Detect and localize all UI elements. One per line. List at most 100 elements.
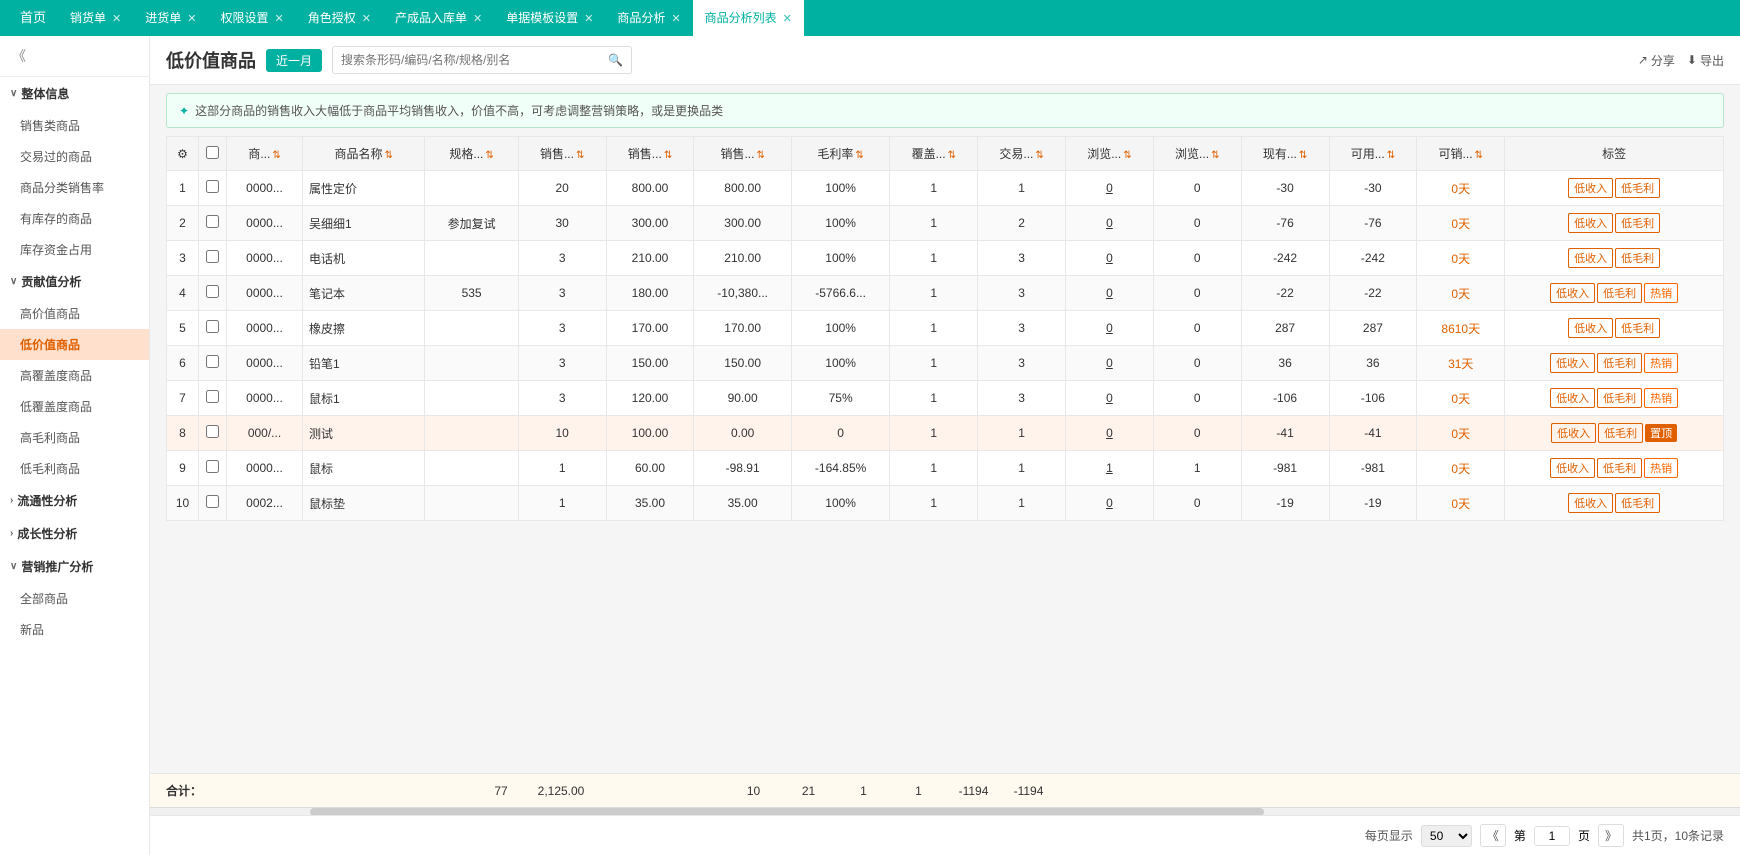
nav-permissions[interactable]: 权限设置✕ [208, 0, 295, 36]
select-all-checkbox[interactable] [206, 146, 219, 159]
close-purchase[interactable]: ✕ [187, 13, 196, 25]
close-sales-order[interactable]: ✕ [112, 13, 121, 25]
col-spec[interactable]: 规格...⇅ [425, 137, 518, 171]
row-browse1[interactable]: 0 [1066, 486, 1154, 521]
row-browse1[interactable]: 0 [1066, 381, 1154, 416]
sidebar-section-growth[interactable]: ›成长性分析 [0, 517, 149, 550]
nav-template[interactable]: 单据模板设置✕ [494, 0, 605, 36]
browse1-link[interactable]: 0 [1106, 321, 1113, 335]
nav-product-analysis[interactable]: 商品分析✕ [605, 0, 692, 36]
row-tag: 低收入 [1568, 318, 1613, 338]
nav-product-warehouse[interactable]: 产成品入库单✕ [383, 0, 494, 36]
search-input[interactable] [341, 53, 608, 67]
row-checkbox[interactable] [206, 425, 219, 438]
sidebar-item-high-value[interactable]: 高价值商品 [0, 298, 149, 329]
sidebar-item-low-coverage[interactable]: 低覆盖度商品 [0, 391, 149, 422]
col-available[interactable]: 可用...⇅ [1329, 137, 1417, 171]
col-transaction[interactable]: 交易...⇅ [978, 137, 1066, 171]
sidebar-item-low-value[interactable]: 低价值商品 [0, 329, 149, 360]
browse1-link[interactable]: 0 [1106, 181, 1113, 195]
col-stock-now[interactable]: 现有...⇅ [1241, 137, 1329, 171]
close-product-analysis[interactable]: ✕ [671, 13, 680, 25]
collapse-btn[interactable]: 《 [8, 42, 30, 70]
col-sales-amount[interactable]: 销售...⇅ [606, 137, 694, 171]
next-page-btn[interactable]: 》 [1598, 824, 1624, 847]
nav-product-analysis-list[interactable]: 商品分析列表✕ [693, 0, 804, 36]
search-icon[interactable]: 🔍 [608, 53, 623, 67]
row-browse1[interactable]: 0 [1066, 276, 1154, 311]
nav-home[interactable]: 首页 [8, 0, 58, 36]
row-checkbox[interactable] [206, 495, 219, 508]
sidebar-item-stock-fund[interactable]: 库存资金占用 [0, 234, 149, 265]
col-code[interactable]: 商...⇅ [227, 137, 303, 171]
browse1-link[interactable]: 0 [1106, 356, 1113, 370]
col-gross-rate[interactable]: 毛利率⇅ [791, 137, 889, 171]
row-browse1[interactable]: 0 [1066, 346, 1154, 381]
page-size-select[interactable]: 50 100 200 [1421, 825, 1472, 847]
browse1-link[interactable]: 1 [1106, 461, 1113, 475]
sidebar-item-low-margin[interactable]: 低毛利商品 [0, 453, 149, 484]
col-browse2[interactable]: 浏览...⇅ [1153, 137, 1241, 171]
browse1-link[interactable]: 0 [1106, 286, 1113, 300]
row-available: 287 [1329, 311, 1417, 346]
close-template[interactable]: ✕ [584, 13, 593, 25]
row-browse1[interactable]: 0 [1066, 171, 1154, 206]
row-stock-now: -981 [1241, 451, 1329, 486]
export-button[interactable]: ⬇ 导出 [1687, 52, 1724, 69]
row-browse1[interactable]: 0 [1066, 206, 1154, 241]
sidebar-item-category-sales-rate[interactable]: 商品分类销售率 [0, 172, 149, 203]
row-gross-rate: 75% [791, 381, 889, 416]
col-name[interactable]: 商品名称⇅ [303, 137, 425, 171]
sidebar-item-stocked-products[interactable]: 有库存的商品 [0, 203, 149, 234]
row-checkbox[interactable] [206, 285, 219, 298]
row-browse1[interactable]: 0 [1066, 416, 1154, 451]
sidebar-item-new-products[interactable]: 新品 [0, 614, 149, 645]
row-checkbox[interactable] [206, 250, 219, 263]
total-sellable [1056, 784, 1111, 798]
sidebar-section-contribution[interactable]: ∨贡献值分析 [0, 265, 149, 298]
row-checkbox[interactable] [206, 320, 219, 333]
col-settings[interactable]: ⚙ [167, 137, 199, 171]
browse1-link[interactable]: 0 [1106, 496, 1113, 510]
sidebar-item-high-margin[interactable]: 高毛利商品 [0, 422, 149, 453]
sidebar-section-circulation[interactable]: ›流通性分析 [0, 484, 149, 517]
nav-purchase[interactable]: 进货单✕ [133, 0, 208, 36]
close-permissions[interactable]: ✕ [275, 13, 284, 25]
row-checkbox[interactable] [206, 460, 219, 473]
row-checkbox[interactable] [206, 355, 219, 368]
browse1-link[interactable]: 0 [1106, 251, 1113, 265]
page-number-input[interactable] [1534, 826, 1570, 846]
sidebar-section-marketing[interactable]: ∨营销推广分析 [0, 550, 149, 583]
row-checkbox[interactable] [206, 390, 219, 403]
prev-page-btn[interactable]: 《 [1480, 824, 1506, 847]
nav-roles[interactable]: 角色授权✕ [296, 0, 383, 36]
browse1-link[interactable]: 0 [1106, 391, 1113, 405]
row-checkbox-cell [199, 311, 227, 346]
row-browse1[interactable]: 0 [1066, 311, 1154, 346]
nav-sales-order[interactable]: 销货单✕ [58, 0, 133, 36]
period-button[interactable]: 近一月 [266, 49, 322, 72]
row-name: 属性定价 [303, 171, 425, 206]
share-button[interactable]: ↗ 分享 [1638, 52, 1675, 69]
close-roles[interactable]: ✕ [362, 13, 371, 25]
row-tag: 低毛利 [1597, 458, 1642, 478]
close-product-warehouse[interactable]: ✕ [473, 13, 482, 25]
row-browse1[interactable]: 1 [1066, 451, 1154, 486]
col-coverage[interactable]: 覆盖...⇅ [890, 137, 978, 171]
col-sales-qty[interactable]: 销售...⇅ [518, 137, 606, 171]
col-browse1[interactable]: 浏览...⇅ [1066, 137, 1154, 171]
row-checkbox[interactable] [206, 180, 219, 193]
row-checkbox-cell [199, 206, 227, 241]
browse1-link[interactable]: 0 [1106, 426, 1113, 440]
col-sellable[interactable]: 可销...⇅ [1417, 137, 1505, 171]
sidebar-item-sales-products[interactable]: 销售类商品 [0, 110, 149, 141]
close-product-analysis-list[interactable]: ✕ [783, 13, 792, 25]
sidebar-item-traded-products[interactable]: 交易过的商品 [0, 141, 149, 172]
browse1-link[interactable]: 0 [1106, 216, 1113, 230]
sidebar-item-high-coverage[interactable]: 高覆盖度商品 [0, 360, 149, 391]
sidebar-item-all-products[interactable]: 全部商品 [0, 583, 149, 614]
col-sales-profit[interactable]: 销售...⇅ [694, 137, 791, 171]
sidebar-section-overall[interactable]: ∨整体信息 [0, 77, 149, 110]
row-checkbox[interactable] [206, 215, 219, 228]
row-browse1[interactable]: 0 [1066, 241, 1154, 276]
